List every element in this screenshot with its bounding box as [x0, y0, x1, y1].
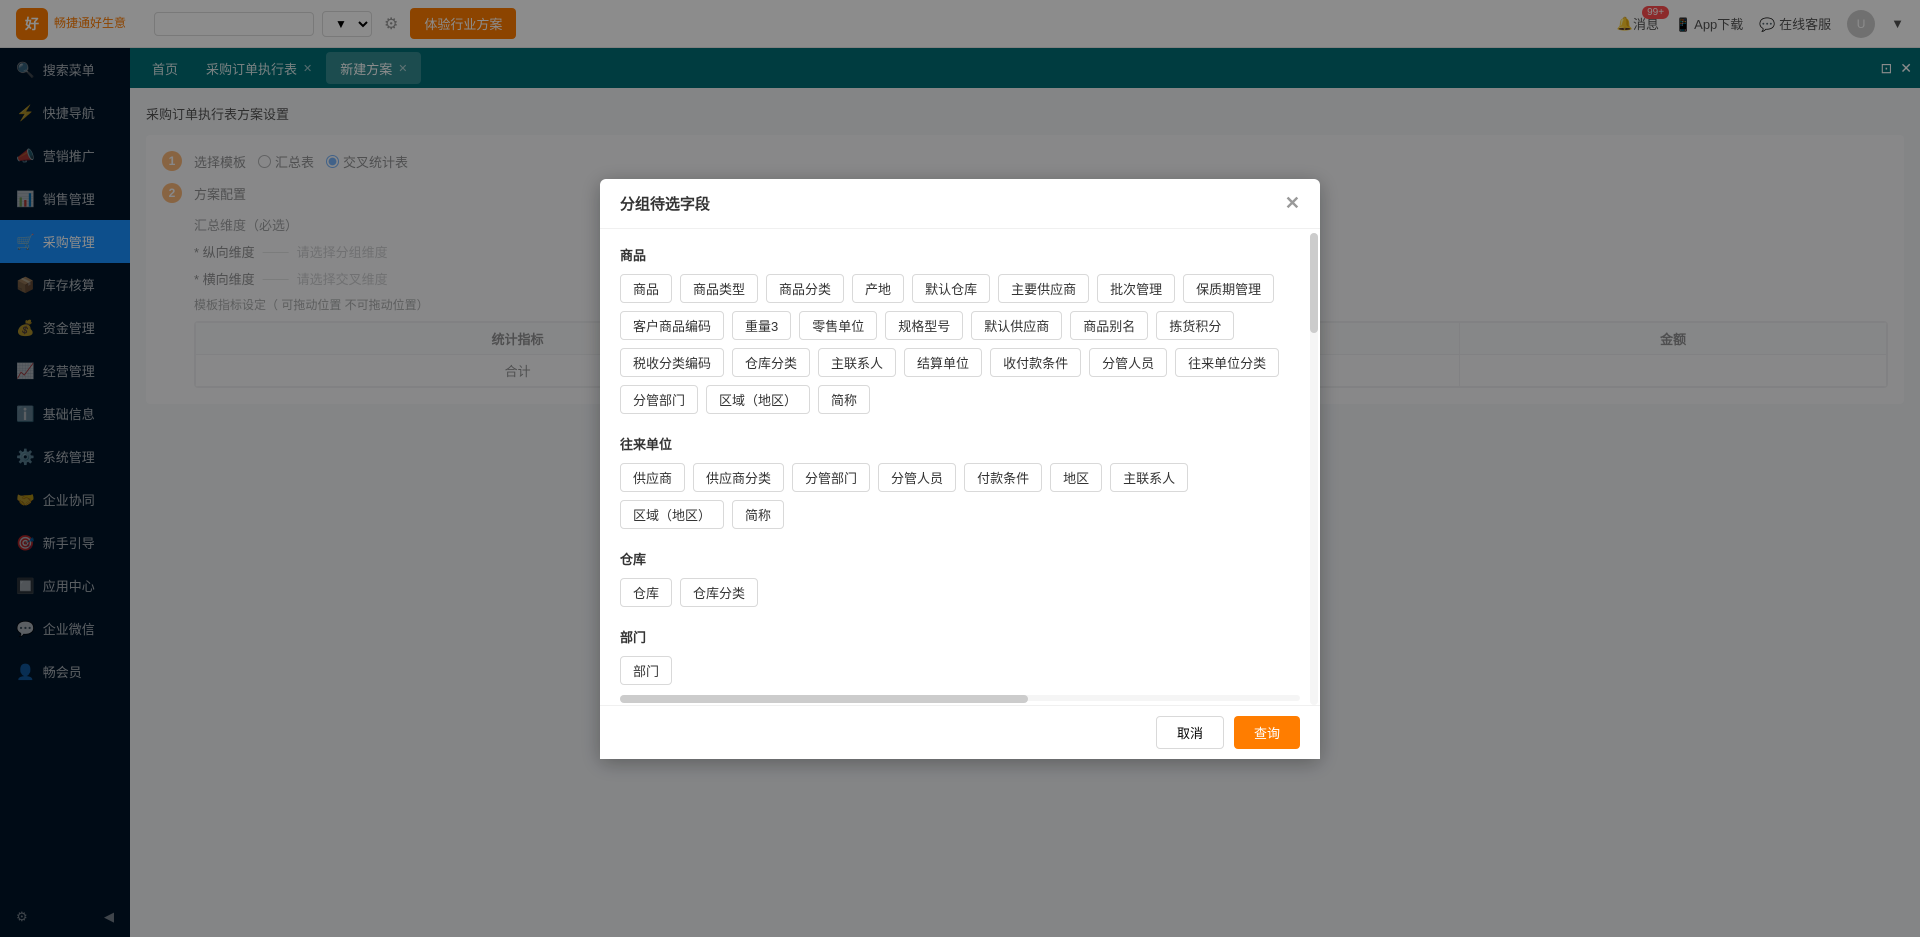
- horizontal-scrollbar[interactable]: [620, 695, 1300, 700]
- field-section-部门: 部门部门: [620, 627, 1300, 685]
- field-chip[interactable]: 仓库分类: [732, 348, 810, 377]
- field-chip[interactable]: 批次管理: [1097, 274, 1175, 303]
- field-chip[interactable]: 部门: [620, 656, 672, 685]
- section-title: 往来单位: [620, 434, 1300, 453]
- field-chip[interactable]: 供应商分类: [693, 463, 784, 492]
- field-chip[interactable]: 区域（地区）: [706, 385, 810, 414]
- field-section-仓库: 仓库仓库仓库分类: [620, 549, 1300, 607]
- field-chip[interactable]: 供应商: [620, 463, 685, 492]
- field-chip[interactable]: 默认供应商: [971, 311, 1062, 340]
- cancel-button[interactable]: 取消: [1156, 716, 1224, 749]
- field-chip[interactable]: 重量3: [732, 311, 791, 340]
- field-chip[interactable]: 商品: [620, 274, 672, 303]
- field-chip[interactable]: 商品别名: [1070, 311, 1148, 340]
- vertical-scrollbar[interactable]: [1310, 233, 1318, 705]
- field-chip[interactable]: 往来单位分类: [1175, 348, 1279, 377]
- field-chip[interactable]: 主要供应商: [998, 274, 1089, 303]
- field-chip[interactable]: 仓库分类: [680, 578, 758, 607]
- field-chip[interactable]: 零售单位: [799, 311, 877, 340]
- field-chips: 商品商品类型商品分类产地默认仓库主要供应商批次管理保质期管理客户商品编码重量3 零…: [620, 274, 1300, 414]
- modal-title: 分组待选字段: [620, 193, 710, 214]
- modal-header: 分组待选字段 ✕: [600, 179, 1320, 229]
- modal-overlay: 分组待选字段 ✕ 商品商品商品类型商品分类产地默认仓库主要供应商批次管理保质期管…: [0, 0, 1920, 937]
- field-chip[interactable]: 结算单位: [904, 348, 982, 377]
- field-chip[interactable]: 地区: [1050, 463, 1102, 492]
- confirm-button[interactable]: 查询: [1234, 716, 1300, 749]
- field-chip[interactable]: 分管部门: [792, 463, 870, 492]
- field-chip[interactable]: 客户商品编码: [620, 311, 724, 340]
- modal-footer: 取消 查询: [600, 705, 1320, 759]
- field-chip[interactable]: 税收分类编码: [620, 348, 724, 377]
- field-chip[interactable]: 规格型号: [885, 311, 963, 340]
- field-chip[interactable]: 区域（地区）: [620, 500, 724, 529]
- field-chip[interactable]: 拣货积分: [1156, 311, 1234, 340]
- field-chip[interactable]: 默认仓库: [912, 274, 990, 303]
- field-chip[interactable]: 付款条件: [964, 463, 1042, 492]
- field-chip[interactable]: 主联系人: [1110, 463, 1188, 492]
- modal: 分组待选字段 ✕ 商品商品商品类型商品分类产地默认仓库主要供应商批次管理保质期管…: [600, 179, 1320, 759]
- modal-body: 商品商品商品类型商品分类产地默认仓库主要供应商批次管理保质期管理客户商品编码重量…: [600, 229, 1320, 696]
- field-chip[interactable]: 主联系人: [818, 348, 896, 377]
- v-scrollbar-thumb: [1310, 233, 1318, 333]
- section-title: 部门: [620, 627, 1300, 646]
- field-chip[interactable]: 简称: [732, 500, 784, 529]
- field-chips: 部门: [620, 656, 1300, 685]
- field-chips: 仓库仓库分类: [620, 578, 1300, 607]
- field-chip[interactable]: 商品分类: [766, 274, 844, 303]
- field-chip[interactable]: 保质期管理: [1183, 274, 1274, 303]
- field-chip[interactable]: 简称: [818, 385, 870, 414]
- modal-close-button[interactable]: ✕: [1285, 193, 1300, 214]
- field-chip[interactable]: 收付款条件: [990, 348, 1081, 377]
- field-chip[interactable]: 分管人员: [878, 463, 956, 492]
- section-title: 仓库: [620, 549, 1300, 568]
- field-section-商品: 商品商品商品类型商品分类产地默认仓库主要供应商批次管理保质期管理客户商品编码重量…: [620, 245, 1300, 414]
- field-chip[interactable]: 分管人员: [1089, 348, 1167, 377]
- field-chip[interactable]: 仓库: [620, 578, 672, 607]
- field-chips: 供应商供应商分类分管部门分管人员付款条件地区主联系人区域（地区） 简称: [620, 463, 1300, 529]
- field-chip[interactable]: 商品类型: [680, 274, 758, 303]
- h-scrollbar-thumb: [620, 695, 1028, 703]
- section-title: 商品: [620, 245, 1300, 264]
- field-chip[interactable]: 产地: [852, 274, 904, 303]
- field-section-往来单位: 往来单位供应商供应商分类分管部门分管人员付款条件地区主联系人区域（地区） 简称: [620, 434, 1300, 529]
- field-chip[interactable]: 分管部门: [620, 385, 698, 414]
